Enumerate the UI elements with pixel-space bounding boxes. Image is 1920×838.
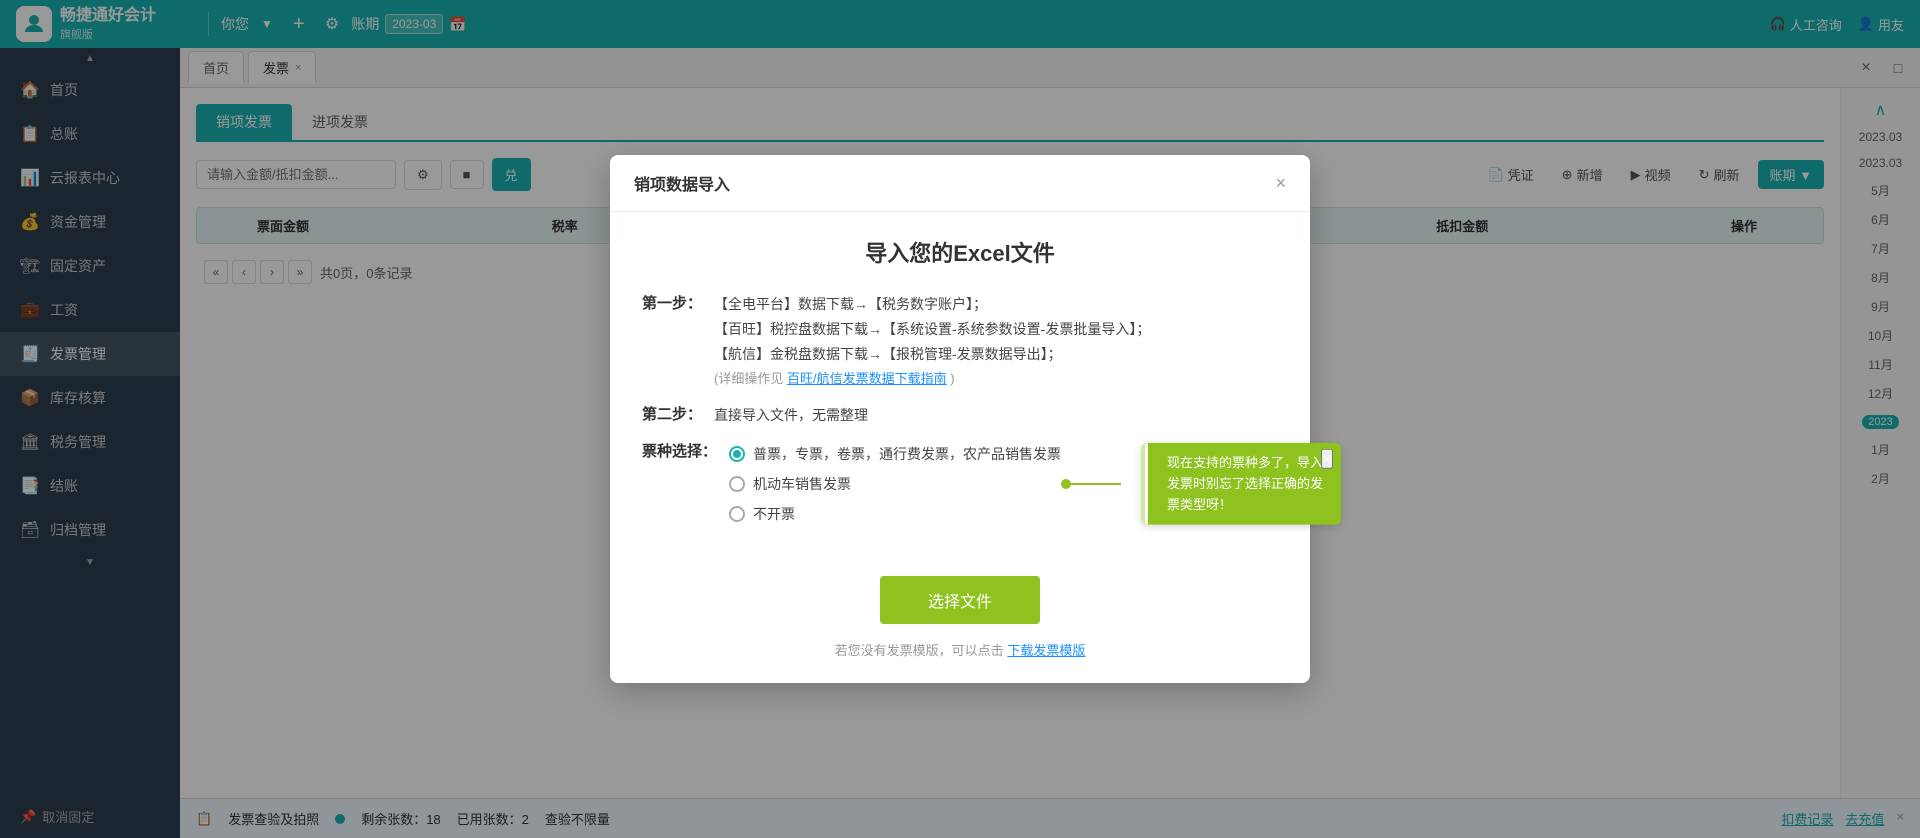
radio-2[interactable] [729,476,745,492]
import-modal: 销项数据导入 × 导入您的Excel文件 第一步： 【全电平台】数据下载→【税务… [610,155,1310,683]
download-template-link[interactable]: 下载发票模版 [1007,643,1085,658]
modal-footer: 选择文件 若您没有发票模版，可以点击 下载发票模版 [610,560,1310,683]
tooltip-text: 现在支持的票种多了，导入发票时别忘了选择正确的发票类型呀！ [1167,453,1327,515]
radio-label-3: 不开票 [753,504,795,524]
guide-link[interactable]: 百旺/航信发票数据下载指南 [787,371,947,386]
select-file-button[interactable]: 选择文件 [880,576,1040,624]
step1-line2: 【百旺】税控盘数据下载→【系统设置-系统参数设置-发票批量导入】； [714,317,1150,342]
step1-content: 【全电平台】数据下载→【税务数字账户】； 【百旺】税控盘数据下载→【系统设置-系… [714,292,1150,391]
radio-row-1[interactable]: 普票，专票，卷票，通行费发票，农产品销售发票 [729,444,1061,464]
modal-close-button[interactable]: × [1275,174,1286,192]
radio-row-2-container: 机动车销售发票 × 现在支持的票种多了，导入发票时别忘了选择正确的发票类型呀！ [729,474,1061,494]
modal-body: 导入您的Excel文件 第一步： 【全电平台】数据下载→【税务数字账户】； 【百… [610,212,1310,560]
radio-label-2: 机动车销售发票 [753,474,851,494]
radio-label-1: 普票，专票，卷票，通行费发票，农产品销售发票 [753,444,1061,464]
tooltip-connector [1061,479,1121,489]
tooltip-bar [1145,443,1148,525]
step1-line1: 【全电平台】数据下载→【税务数字账户】； [714,292,1150,317]
ticket-row: 票种选择： 普票，专票，卷票，通行费发票，农产品销售发票 机动车销售发票 [642,440,1278,524]
footer-note: 若您没有发票模版，可以点击 下载发票模版 [835,640,1086,659]
modal-title: 销项数据导入 [634,171,730,195]
radio-dot-1 [733,450,741,458]
step2-label: 第二步： [642,403,702,428]
modal-overlay: 销项数据导入 × 导入您的Excel文件 第一步： 【全电平台】数据下载→【税务… [0,0,1920,838]
ticket-radio-group: 普票，专票，卷票，通行费发票，农产品销售发票 机动车销售发票 [729,444,1061,524]
ticket-label: 票种选择： [642,440,717,461]
connector-line [1071,483,1121,485]
tooltip-close-button[interactable]: × [1321,449,1333,469]
radio-3[interactable] [729,506,745,522]
radio-1[interactable] [729,446,745,462]
step2-row: 第二步： 直接导入文件，无需整理 [642,403,1278,428]
tooltip-box: × 现在支持的票种多了，导入发票时别忘了选择正确的发票类型呀！ [1141,443,1341,525]
step1-note: (详细操作见 百旺/航信发票数据下载指南 ) [714,367,1150,390]
step1-row: 第一步： 【全电平台】数据下载→【税务数字账户】； 【百旺】税控盘数据下载→【系… [642,292,1278,391]
modal-header: 销项数据导入 × [610,155,1310,212]
radio-row-2[interactable]: 机动车销售发票 [729,474,851,494]
connector-dot [1061,479,1071,489]
step1-label: 第一步： [642,292,702,391]
step1-line3: 【航信】金税盘数据下载→【报税管理-发票数据导出】； [714,342,1150,367]
modal-main-title: 导入您的Excel文件 [642,236,1278,268]
step2-content: 直接导入文件，无需整理 [714,403,868,428]
radio-row-3[interactable]: 不开票 [729,504,1061,524]
